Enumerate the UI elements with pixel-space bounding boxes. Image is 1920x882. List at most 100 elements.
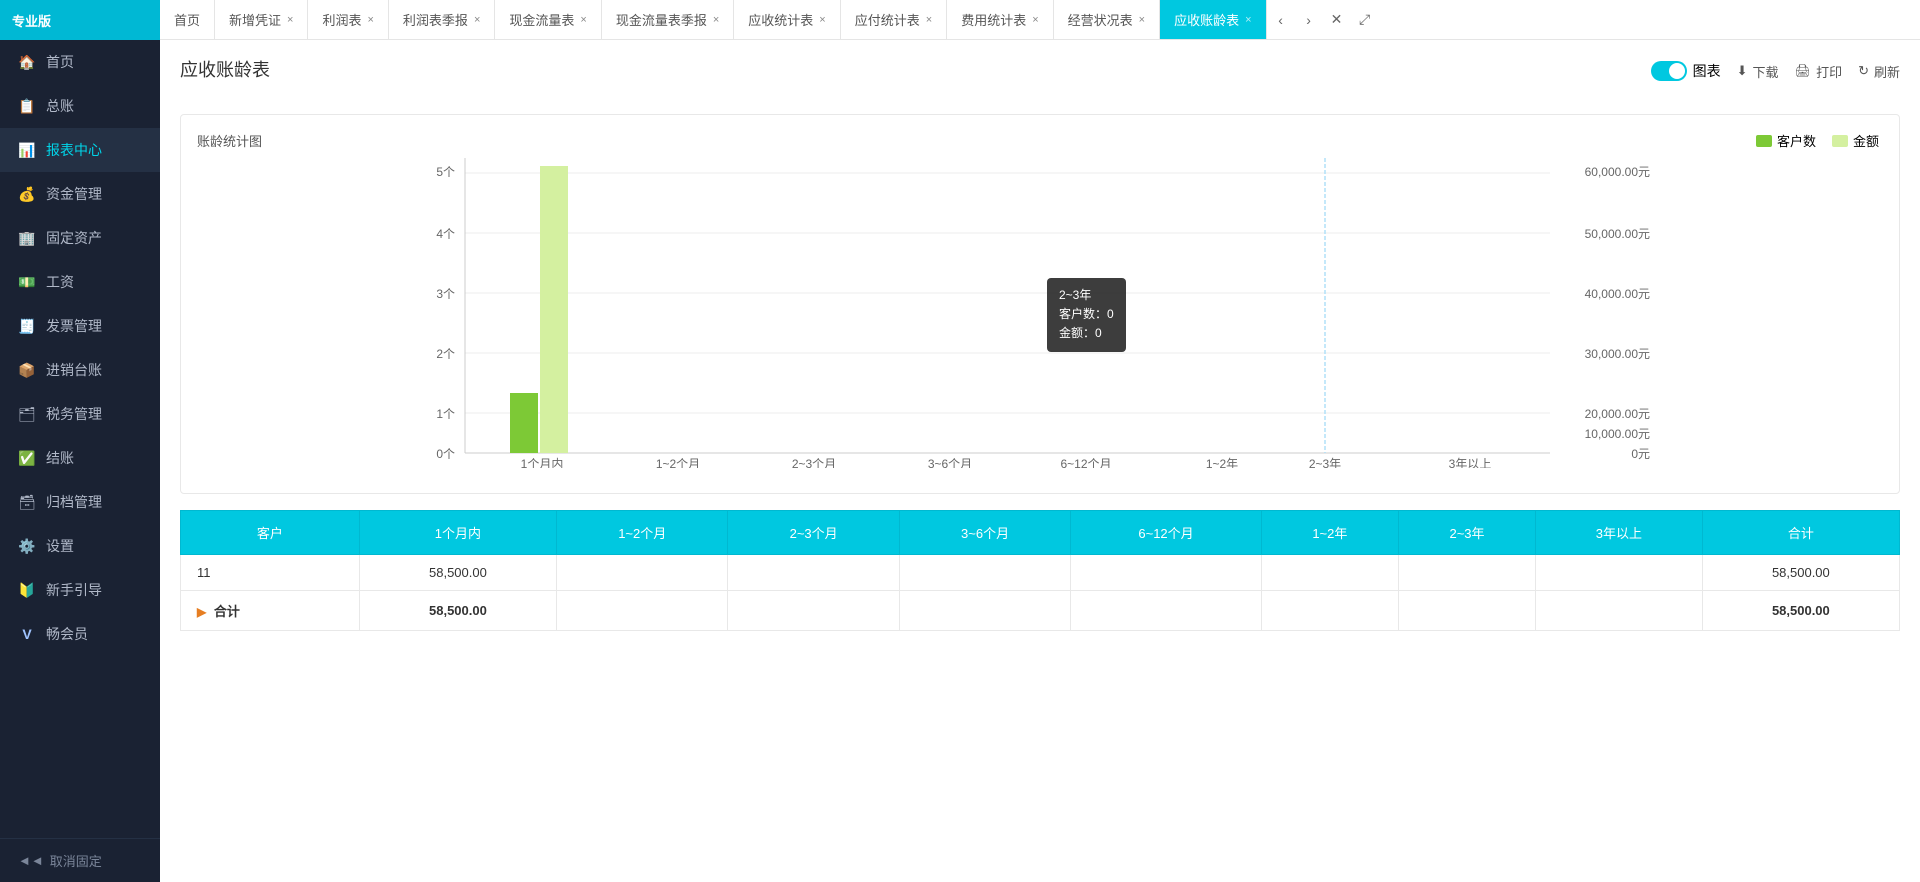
tab-home[interactable]: 首页 — [160, 0, 215, 40]
sidebar-item-vip[interactable]: V 畅会员 — [0, 612, 160, 656]
tab-cashflow-quarter[interactable]: 现金流量表季报 × — [602, 0, 734, 40]
tab-operation-close[interactable]: × — [1139, 14, 1145, 26]
tab-receivable-stat-label: 应收统计表 — [748, 10, 813, 29]
tab-nav-right[interactable]: › — [1295, 0, 1323, 40]
total-y3 — [1536, 591, 1703, 631]
salary-icon: 💵 — [18, 273, 36, 291]
col-header-m2: 1~2个月 — [557, 511, 728, 555]
tab-operation[interactable]: 经营状况表 × — [1054, 0, 1160, 40]
svg-text:4个: 4个 — [436, 227, 455, 241]
tab-receivable-age-close[interactable]: × — [1245, 14, 1251, 26]
row-m6 — [899, 555, 1070, 591]
tab-receivable-stat-close[interactable]: × — [819, 14, 825, 26]
tab-receivable-stat[interactable]: 应收统计表 × — [734, 0, 840, 40]
tab-profit[interactable]: 利润表 × — [308, 0, 388, 40]
tab-payable-stat-label: 应付统计表 — [855, 10, 920, 29]
refresh-button[interactable]: ↻ 刷新 — [1858, 62, 1900, 81]
svg-text:0个: 0个 — [436, 447, 455, 461]
tab-cashflow[interactable]: 现金流量表 × — [495, 0, 601, 40]
sidebar-item-ledger[interactable]: 📋 总账 — [0, 84, 160, 128]
download-icon: ⬇ — [1737, 63, 1748, 79]
bar-customer-0[interactable] — [510, 393, 538, 453]
tab-maximize[interactable]: ⤢ — [1351, 0, 1379, 40]
row-m1: 58,500.00 — [359, 555, 556, 591]
tabbar: 首页 新增凭证 × 利润表 × 利润表季报 × 现金流量表 × 现金流量表季报 … — [160, 0, 1920, 40]
col-header-total: 合计 — [1702, 511, 1899, 555]
tab-receivable-age[interactable]: 应收账龄表 × — [1160, 0, 1266, 40]
bar-chart-svg: 5个 4个 3个 2个 1个 0个 60,000.00元 50,000.00元 … — [197, 158, 1883, 468]
tab-payable-stat[interactable]: 应付统计表 × — [841, 0, 947, 40]
tab-profit-close[interactable]: × — [367, 14, 373, 26]
funds-icon: 💰 — [18, 185, 36, 203]
sidebar-item-archive[interactable]: 🗃 归档管理 — [0, 480, 160, 524]
svg-text:40,000.00元: 40,000.00元 — [1585, 287, 1650, 301]
sidebar-item-reports[interactable]: 📊 报表中心 — [0, 128, 160, 172]
ledger-icon: 📋 — [18, 97, 36, 115]
sidebar-item-funds[interactable]: 💰 资金管理 — [0, 172, 160, 216]
sidebar-item-tax[interactable]: 🗂 税务管理 — [0, 392, 160, 436]
sidebar-label-funds: 资金管理 — [46, 184, 102, 204]
row-y3 — [1536, 555, 1703, 591]
tab-voucher-close[interactable]: × — [287, 14, 293, 26]
tab-expense-stat[interactable]: 费用统计表 × — [947, 0, 1053, 40]
tab-payable-stat-close[interactable]: × — [926, 14, 932, 26]
sidebar-item-guide[interactable]: 🔰 新手引导 — [0, 568, 160, 612]
total-icon: ▶ — [197, 605, 206, 619]
tab-voucher[interactable]: 新增凭证 × — [215, 0, 308, 40]
sidebar-label-settings: 设置 — [46, 536, 74, 556]
col-header-m1: 1个月内 — [359, 511, 556, 555]
sidebar-item-assets[interactable]: 🏢 固定资产 — [0, 216, 160, 260]
legend-customer: 客户数 — [1756, 131, 1816, 150]
sidebar-item-closing[interactable]: ✅ 结账 — [0, 436, 160, 480]
sidebar-label-purchase: 进销台账 — [46, 360, 102, 380]
svg-text:20,000.00元: 20,000.00元 — [1585, 407, 1650, 421]
svg-text:5个: 5个 — [436, 165, 455, 179]
sidebar-label-vip: 畅会员 — [46, 624, 88, 644]
sidebar-footer-pin[interactable]: ◄◄ 取消固定 — [0, 838, 160, 882]
tab-profit-quarter[interactable]: 利润表季报 × — [389, 0, 495, 40]
total-customer-label: ▶ 合计 — [181, 591, 360, 631]
print-button[interactable]: 🖨 打印 — [1795, 62, 1843, 81]
chart-container: 账龄统计图 客户数 金额 5个 4个 3个 2个 — [180, 114, 1900, 494]
row-y2 — [1398, 555, 1535, 591]
refresh-label: 刷新 — [1874, 62, 1900, 81]
bar-amount-0[interactable] — [540, 166, 568, 453]
pin-icon: ◄◄ — [18, 853, 44, 868]
chart-toggle[interactable]: 图表 — [1651, 61, 1721, 81]
tax-icon: 🗂 — [18, 405, 36, 423]
sidebar-label-tax: 税务管理 — [46, 404, 102, 424]
sidebar-item-home[interactable]: 🏠 首页 — [0, 40, 160, 84]
sidebar-label-home: 首页 — [46, 52, 74, 72]
tab-cashflow-quarter-close[interactable]: × — [713, 14, 719, 26]
tab-close-all[interactable]: ✕ — [1323, 0, 1351, 40]
legend-amount-label: 金额 — [1853, 131, 1879, 150]
total-amount: 58,500.00 — [1702, 591, 1899, 631]
row-y1 — [1261, 555, 1398, 591]
print-icon: 🖨 — [1795, 63, 1812, 79]
sidebar: 专业版 🏠 首页 📋 总账 📊 报表中心 💰 资金管理 🏢 固定资产 💵 工资 … — [0, 0, 160, 882]
svg-text:3个: 3个 — [436, 287, 455, 301]
data-table: 客户 1个月内 1~2个月 2~3个月 3~6个月 6~12个月 1~2年 2~… — [180, 510, 1900, 631]
vip-icon: V — [18, 625, 36, 643]
tab-cashflow-close[interactable]: × — [580, 14, 586, 26]
download-button[interactable]: ⬇ 下载 — [1737, 62, 1779, 81]
row-m12 — [1071, 555, 1261, 591]
purchase-icon: 📦 — [18, 361, 36, 379]
svg-text:2~3年: 2~3年 — [1309, 457, 1341, 468]
legend-amount: 金额 — [1832, 131, 1879, 150]
sidebar-item-invoice[interactable]: 🧾 发票管理 — [0, 304, 160, 348]
tab-profit-quarter-close[interactable]: × — [474, 14, 480, 26]
sidebar-item-settings[interactable]: ⚙️ 设置 — [0, 524, 160, 568]
col-header-y1: 1~2年 — [1261, 511, 1398, 555]
table-body: 11 58,500.00 58,500.00 ▶ 合计 5 — [181, 555, 1900, 631]
toggle-switch-btn[interactable] — [1651, 61, 1687, 81]
tab-expense-stat-close[interactable]: × — [1032, 14, 1038, 26]
page-title: 应收账龄表 — [180, 56, 270, 82]
home-icon: 🏠 — [18, 53, 36, 71]
tab-nav-left[interactable]: ‹ — [1267, 0, 1295, 40]
sidebar-item-salary[interactable]: 💵 工资 — [0, 260, 160, 304]
svg-text:60,000.00元: 60,000.00元 — [1585, 165, 1650, 179]
total-m2 — [557, 591, 728, 631]
svg-text:6~12个月: 6~12个月 — [1060, 457, 1111, 468]
sidebar-item-purchase[interactable]: 📦 进销台账 — [0, 348, 160, 392]
